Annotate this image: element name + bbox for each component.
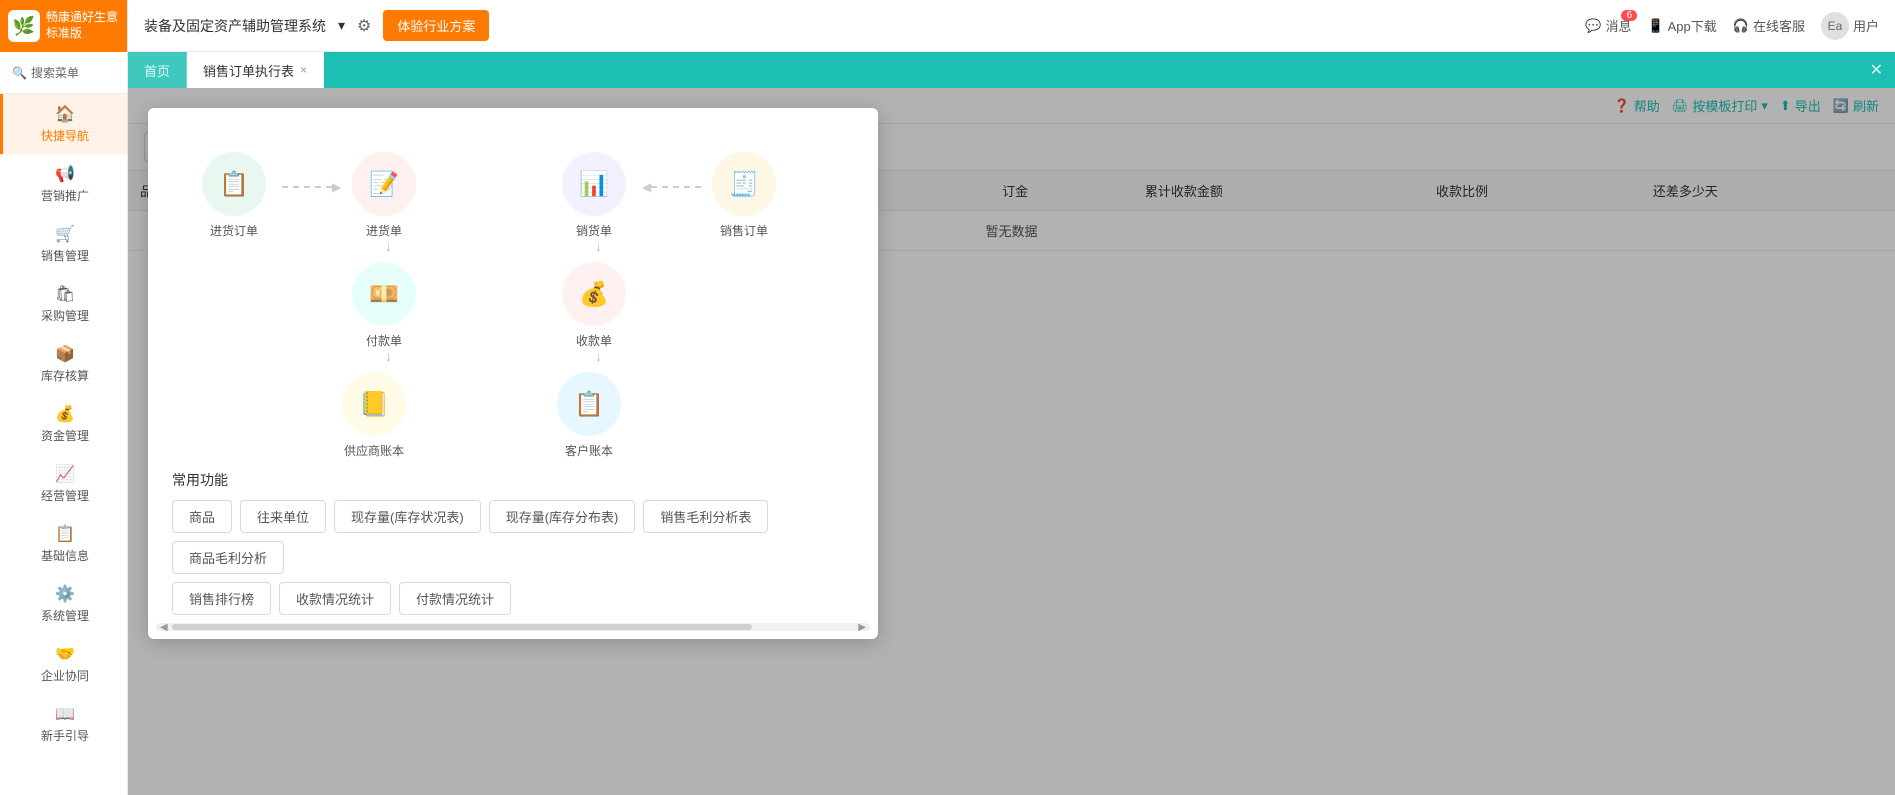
modal-overlay[interactable]: 📋 进货订单 ▶ 📝 进货单	[128, 88, 1895, 795]
scroll-left-arrow[interactable]: ◀	[156, 622, 172, 633]
content-area: ❓ 帮助 🖨 按模板打印 ▾ ⬆ 导出 🔄 刷新	[128, 88, 1895, 795]
customer-ledger-icon: 📋	[557, 372, 621, 436]
search-menu-button[interactable]: 🔍 搜索菜单	[8, 60, 119, 85]
node-receipt-slip: 💰 收款单	[562, 262, 626, 349]
func-buttons-row1: 商品 往来单位 现存量(库存状况表) 现存量(库存分布表) 销售毛利分析表 商品…	[172, 500, 854, 574]
sidebar-item-sales[interactable]: 🛒 销售管理	[0, 214, 127, 274]
purchase-icon: 🛍	[55, 284, 75, 304]
common-functions: 常用功能 商品 往来单位 现存量(库存状况表) 现存量(库存分布表) 销售毛利分…	[172, 470, 854, 615]
message-icon: 💬	[1585, 18, 1601, 34]
sidebar-item-newbie[interactable]: 📖 新手引导	[0, 694, 127, 754]
sidebar-item-system[interactable]: ⚙️ 系统管理	[0, 574, 127, 634]
quick-nav-modal: 📋 进货订单 ▶ 📝 进货单	[148, 108, 878, 639]
arrow-receipt-down: ↓	[595, 348, 602, 364]
operations-icon: 📈	[55, 464, 75, 484]
node-customer-ledger: 📋 客户账本	[557, 372, 621, 459]
sidebar-item-operations[interactable]: 📈 经营管理	[0, 454, 127, 514]
purchase-slip-icon: 📝	[352, 152, 416, 216]
payment-slip-icon: 💴	[352, 262, 416, 326]
arrow-sales-order-to-sales-slip: ◀	[642, 180, 701, 194]
settings-icon[interactable]: ⚙	[357, 16, 371, 36]
sidebar-item-finance[interactable]: 💰 资金管理	[0, 394, 127, 454]
func-btn-product[interactable]: 商品	[172, 500, 232, 533]
tab-sales-execution[interactable]: 销售订单执行表 ×	[187, 52, 324, 88]
tabbar: 首页 销售订单执行表 × ✕	[128, 52, 1895, 88]
app-download-action[interactable]: 📱 App下载	[1647, 16, 1716, 35]
headset-icon: 🎧	[1733, 18, 1749, 34]
main-content: 装备及固定资产辅助管理系统 ▾ ⚙ 体验行业方案 💬 消息 6 📱 App下载 …	[128, 0, 1895, 795]
func-btn-sales-rank[interactable]: 销售排行榜	[172, 582, 271, 615]
app-download-icon: 📱	[1647, 18, 1663, 34]
newbie-icon: 📖	[55, 704, 75, 724]
avatar: Ea	[1821, 12, 1849, 40]
arrow-jinhuo-down: ↓	[385, 238, 392, 254]
sidebar-logo: 🌿 畅康通好生意 标准版	[0, 0, 127, 52]
sales-slip-icon: 📊	[562, 152, 626, 216]
node-supplier-ledger: 📒 供应商账本	[342, 372, 406, 459]
logo-text: 畅康通好生意 标准版	[46, 10, 118, 41]
common-functions-title: 常用功能	[172, 470, 854, 490]
scrollbar-thumb	[172, 624, 752, 630]
try-plan-button[interactable]: 体验行业方案	[383, 10, 489, 41]
system-icon: ⚙️	[55, 584, 75, 604]
online-service-action[interactable]: 🎧 在线客服	[1733, 16, 1805, 35]
topbar-actions: 💬 消息 6 📱 App下载 🎧 在线客服 Ea 用户	[1585, 12, 1879, 40]
system-dropdown[interactable]: ▾	[338, 17, 345, 34]
tab-spacer	[324, 52, 1858, 88]
sidebar-item-inventory[interactable]: 📦 库存核算	[0, 334, 127, 394]
tab-home[interactable]: 首页	[128, 52, 187, 88]
node-sales-slip: 📊 销货单	[562, 152, 626, 239]
func-btn-product-profit[interactable]: 商品毛利分析	[172, 541, 284, 574]
message-action[interactable]: 💬 消息 6	[1585, 16, 1631, 35]
func-btn-stock-status[interactable]: 现存量(库存状况表)	[334, 500, 481, 533]
node-purchase-order: 📋 进货订单	[202, 152, 266, 239]
sidebar: 🌿 畅康通好生意 标准版 🔍 搜索菜单 🏠 快捷导航 📢 营销推广 🛒	[0, 0, 128, 795]
user-action[interactable]: Ea 用户	[1821, 12, 1879, 40]
finance-icon: 💰	[55, 404, 75, 424]
system-title: 装备及固定资产辅助管理系统	[144, 16, 326, 36]
func-btn-partner[interactable]: 往来单位	[240, 500, 326, 533]
func-btn-sales-profit[interactable]: 销售毛利分析表	[643, 500, 768, 533]
receipt-slip-icon: 💰	[562, 262, 626, 326]
func-buttons-row2: 销售排行榜 收款情况统计 付款情况统计	[172, 582, 854, 615]
purchase-order-icon: 📋	[202, 152, 266, 216]
tab-home-label: 首页	[144, 61, 170, 80]
search-icon: 🔍	[12, 66, 27, 80]
tab-close-icon[interactable]: ×	[300, 63, 307, 77]
message-badge: 6	[1621, 10, 1637, 21]
arrow-payment-down: ↓	[385, 348, 392, 364]
func-btn-payment-stats[interactable]: 付款情况统计	[399, 582, 511, 615]
cooperation-icon: 🤝	[55, 644, 75, 664]
func-btn-receipt-stats[interactable]: 收款情况统计	[279, 582, 391, 615]
sidebar-nav: 🏠 快捷导航 📢 营销推广 🛒 销售管理 🛍 采购管理 📦 库存核算 💰	[0, 94, 127, 795]
basic-info-icon: 📋	[55, 524, 75, 544]
node-purchase-slip: 📝 进货单	[352, 152, 416, 239]
sales-icon: 🛒	[55, 224, 75, 244]
sidebar-item-cooperation[interactable]: 🤝 企业协同	[0, 634, 127, 694]
func-btn-stock-dist[interactable]: 现存量(库存分布表)	[489, 500, 636, 533]
scrollbar-track	[172, 624, 855, 630]
supplier-ledger-icon: 📒	[342, 372, 406, 436]
flow-diagram: 📋 进货订单 ▶ 📝 进货单	[172, 132, 854, 462]
sales-order-icon: 🧾	[712, 152, 776, 216]
modal-scrollbar[interactable]: ◀ ▶	[156, 623, 870, 631]
arrow-sales-slip-down: ↓	[595, 238, 602, 254]
arrow-purchase-to-jinhuo: ▶	[282, 180, 341, 194]
marketing-icon: 📢	[55, 164, 75, 184]
tab-sales-execution-label: 销售订单执行表	[203, 61, 294, 80]
scroll-right-arrow[interactable]: ▶	[854, 622, 870, 633]
node-payment-slip: 💴 付款单	[352, 262, 416, 349]
node-sales-order: 🧾 销售订单	[712, 152, 776, 239]
sidebar-item-purchase[interactable]: 🛍 采购管理	[0, 274, 127, 334]
sidebar-search-area: 🔍 搜索菜单	[0, 52, 127, 94]
sidebar-item-basic-info[interactable]: 📋 基础信息	[0, 514, 127, 574]
sidebar-item-quick-nav[interactable]: 🏠 快捷导航	[0, 94, 127, 154]
close-all-tabs-button[interactable]: ✕	[1858, 52, 1895, 88]
inventory-icon: 📦	[55, 344, 75, 364]
home-icon: 🏠	[55, 104, 75, 124]
logo-icon: 🌿	[8, 10, 40, 42]
topbar: 装备及固定资产辅助管理系统 ▾ ⚙ 体验行业方案 💬 消息 6 📱 App下载 …	[128, 0, 1895, 52]
sidebar-item-marketing[interactable]: 📢 营销推广	[0, 154, 127, 214]
